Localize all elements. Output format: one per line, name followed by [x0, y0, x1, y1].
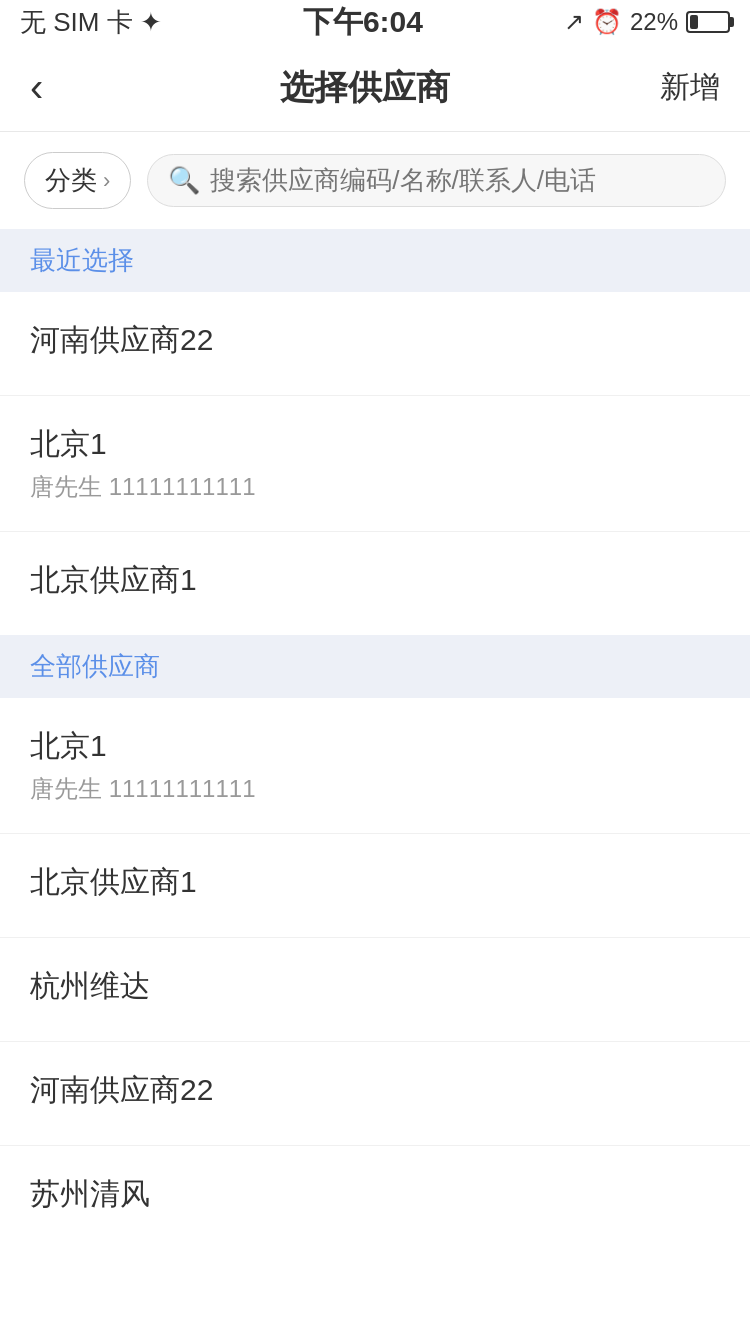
list-item[interactable]: 北京供应商1 — [0, 532, 750, 635]
item-name: 苏州清风 — [30, 1174, 720, 1215]
recent-section-header: 最近选择 — [0, 229, 750, 292]
status-right: ↗ ⏰ 22% — [564, 8, 730, 36]
category-label: 分类 — [45, 163, 97, 198]
battery-percent: 22% — [630, 8, 678, 36]
search-box[interactable]: 🔍 — [147, 154, 726, 207]
category-button[interactable]: 分类 › — [24, 152, 131, 209]
page-title: 选择供应商 — [90, 65, 640, 111]
list-item[interactable]: 杭州维达 — [0, 938, 750, 1042]
chevron-right-icon: › — [103, 168, 110, 194]
recent-items-list: 河南供应商22 北京1 唐先生 11111111111 北京供应商1 — [0, 292, 750, 635]
list-item[interactable]: 北京1 唐先生 11111111111 — [0, 698, 750, 834]
battery-icon — [686, 11, 730, 33]
search-icon: 🔍 — [168, 165, 200, 196]
item-name: 杭州维达 — [30, 966, 720, 1007]
item-name: 北京1 — [30, 726, 720, 767]
status-bar: 无 SIM 卡 ✦ 下午6:04 ↗ ⏰ 22% — [0, 0, 750, 44]
list-item[interactable]: 北京1 唐先生 11111111111 — [0, 396, 750, 532]
search-input[interactable] — [210, 165, 705, 196]
all-section-header: 全部供应商 — [0, 635, 750, 698]
list-item[interactable]: 苏州清风 — [0, 1146, 750, 1249]
list-item[interactable]: 河南供应商22 — [0, 292, 750, 396]
status-time: 下午6:04 — [303, 2, 423, 43]
item-name: 河南供应商22 — [30, 320, 720, 361]
all-section-label: 全部供应商 — [30, 651, 160, 681]
item-name: 北京供应商1 — [30, 560, 720, 601]
recent-section-label: 最近选择 — [30, 245, 134, 275]
location-icon: ↗ — [564, 8, 584, 36]
nav-bar: ‹ 选择供应商 新增 — [0, 44, 750, 132]
alarm-icon: ⏰ — [592, 8, 622, 36]
add-button[interactable]: 新增 — [640, 67, 720, 108]
item-name: 北京供应商1 — [30, 862, 720, 903]
item-sub: 唐先生 11111111111 — [30, 773, 720, 805]
list-item[interactable]: 河南供应商22 — [0, 1042, 750, 1146]
all-items-list: 北京1 唐先生 11111111111 北京供应商1 杭州维达河南供应商22 苏州清风 — [0, 698, 750, 1249]
list-item[interactable]: 北京供应商1 — [0, 834, 750, 938]
item-name: 北京1 — [30, 424, 720, 465]
item-name: 河南供应商22 — [30, 1070, 720, 1111]
status-left: 无 SIM 卡 ✦ — [20, 5, 162, 40]
search-filter-area: 分类 › 🔍 — [0, 132, 750, 229]
back-button[interactable]: ‹ — [30, 65, 90, 110]
item-sub: 唐先生 11111111111 — [30, 471, 720, 503]
